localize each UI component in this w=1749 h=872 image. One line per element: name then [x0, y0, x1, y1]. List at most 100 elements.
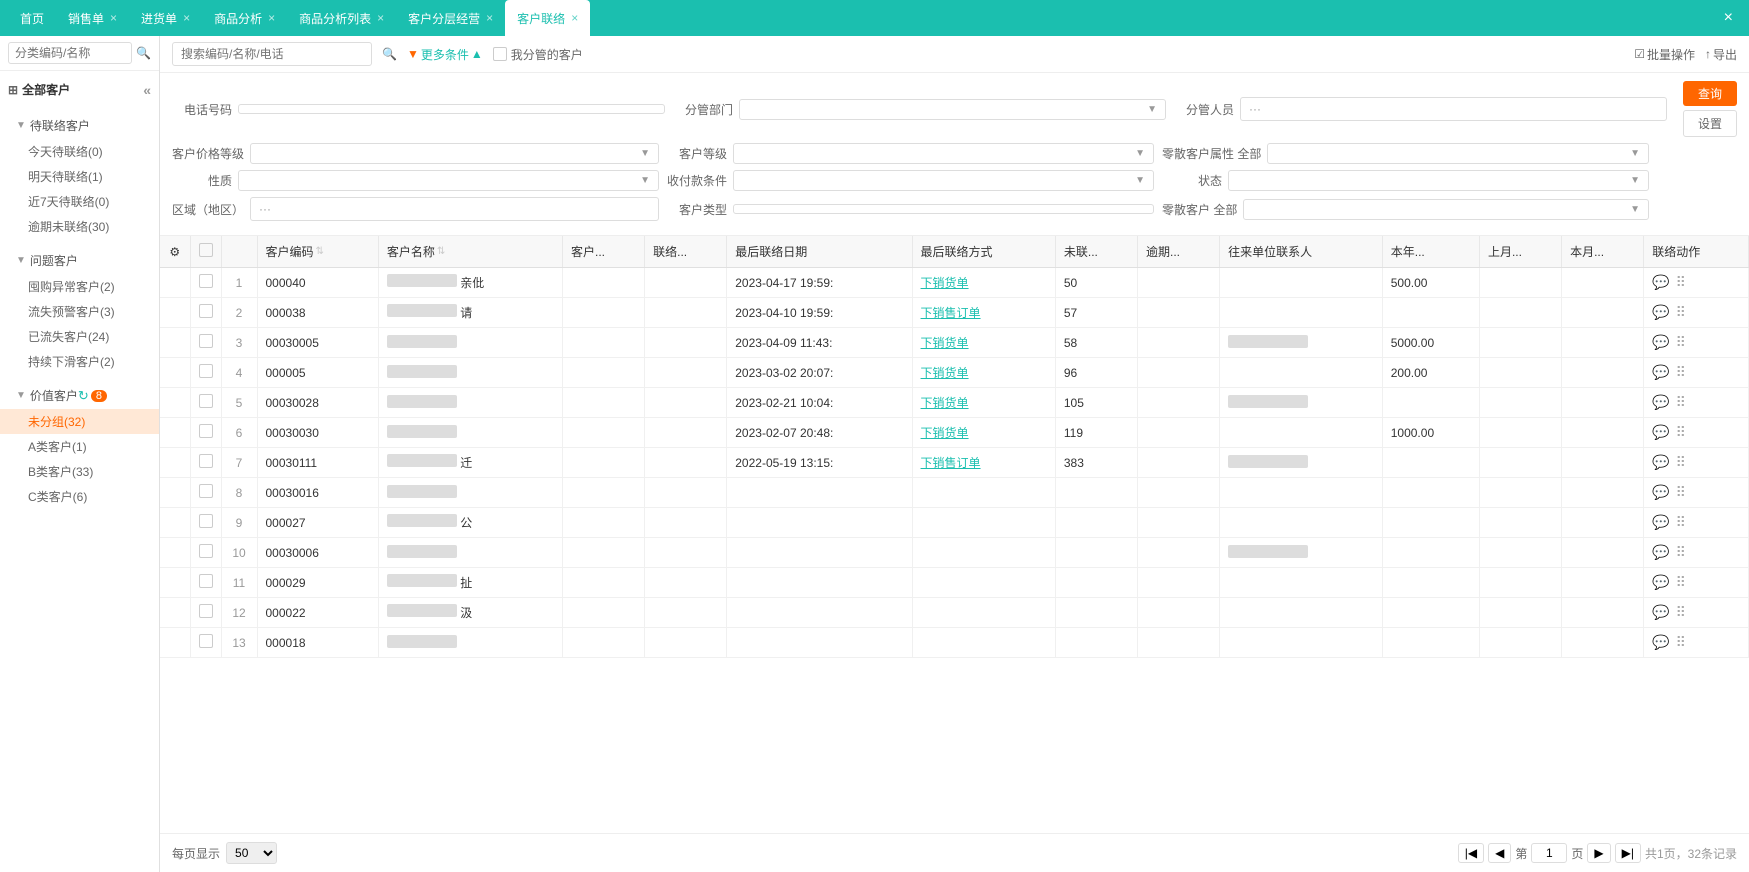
last-contact-date-col-header[interactable]: 最后联络日期: [727, 236, 912, 268]
per-page-select[interactable]: 50 100 200: [226, 842, 277, 864]
close-icon[interactable]: ×: [268, 11, 275, 25]
sidebar-item-ungrouped[interactable]: 未分组(32): [0, 409, 159, 434]
row-checkbox[interactable]: [190, 418, 221, 448]
phone-input[interactable]: [238, 104, 665, 114]
this-month-col-header[interactable]: 本月...: [1562, 236, 1644, 268]
menu-icon[interactable]: ⠿: [1676, 424, 1686, 441]
check-col-header[interactable]: [190, 236, 221, 268]
close-all-button[interactable]: ×: [1716, 9, 1741, 27]
manager-input[interactable]: ···: [1240, 97, 1667, 121]
sidebar-item-today[interactable]: 今天待联络(0): [0, 139, 159, 164]
contact-icon[interactable]: 💬: [1652, 424, 1669, 441]
nature-dropdown[interactable]: ▼: [238, 170, 659, 191]
sidebar-item-7days[interactable]: 近7天待联络(0): [0, 189, 159, 214]
row-checkbox[interactable]: [190, 268, 221, 298]
nav-product-analysis-list[interactable]: 商品分析列表 ×: [287, 0, 396, 36]
row-checkbox[interactable]: [190, 598, 221, 628]
nav-home[interactable]: 首页: [8, 0, 56, 36]
row-last-contact-way[interactable]: 下销货单: [912, 418, 1055, 448]
menu-icon[interactable]: ⠿: [1676, 574, 1686, 591]
sidebar-item-classA[interactable]: A类客户(1): [0, 434, 159, 459]
row-last-contact-way[interactable]: [912, 478, 1055, 508]
uncontacted-col-header[interactable]: 未联...: [1055, 236, 1137, 268]
contact-icon[interactable]: 💬: [1652, 454, 1669, 471]
row-last-contact-way[interactable]: [912, 598, 1055, 628]
last-month-col-header[interactable]: 上月...: [1479, 236, 1561, 268]
scatter-customer-dropdown[interactable]: ▼: [1243, 199, 1649, 220]
sidebar-item-classB[interactable]: B类客户(33): [0, 459, 159, 484]
overdue-col-header[interactable]: 逾期...: [1137, 236, 1219, 268]
contact-icon[interactable]: 💬: [1652, 304, 1669, 321]
checkbox-icon[interactable]: [493, 47, 507, 61]
contact-icon[interactable]: 💬: [1652, 334, 1669, 351]
contact-icon[interactable]: 💬: [1652, 394, 1669, 411]
collapse-icon[interactable]: «: [143, 82, 151, 98]
contact-col-header[interactable]: 联络...: [645, 236, 727, 268]
sidebar-group-problem[interactable]: ▼ 问题客户: [0, 247, 159, 274]
menu-icon[interactable]: ⠿: [1676, 304, 1686, 321]
row-last-contact-way[interactable]: [912, 538, 1055, 568]
this-year-col-header[interactable]: 本年...: [1382, 236, 1479, 268]
sidebar-item-declining[interactable]: 持续下滑客户(2): [0, 349, 159, 374]
search-input[interactable]: [172, 42, 372, 66]
contact-icon[interactable]: 💬: [1652, 484, 1669, 501]
menu-icon[interactable]: ⠿: [1676, 544, 1686, 561]
price-grade-dropdown[interactable]: ▼: [250, 143, 659, 164]
menu-icon[interactable]: ⠿: [1676, 334, 1686, 351]
row-checkbox[interactable]: [190, 538, 221, 568]
next-page-button[interactable]: ▶: [1587, 843, 1610, 863]
sidebar-group-value[interactable]: ▼ 价值客户 ↻ 8: [0, 382, 159, 409]
row-last-contact-way[interactable]: 下销货单: [912, 268, 1055, 298]
contact-icon[interactable]: 💬: [1652, 634, 1669, 651]
select-all-checkbox[interactable]: [199, 243, 213, 257]
page-number-input[interactable]: [1531, 843, 1567, 863]
close-icon[interactable]: ×: [110, 11, 117, 25]
row-checkbox[interactable]: [190, 478, 221, 508]
batch-operation-button[interactable]: ☑ 批量操作: [1634, 46, 1695, 63]
code-col-header[interactable]: 客户编码⇅: [257, 236, 378, 268]
row-last-contact-way[interactable]: 下销货单: [912, 358, 1055, 388]
nav-sales[interactable]: 销售单 ×: [56, 0, 129, 36]
sidebar-item-stockpile-abnormal[interactable]: 囤购异常客户(2): [0, 274, 159, 299]
close-icon[interactable]: ×: [486, 11, 493, 25]
dept-dropdown[interactable]: ▼: [739, 99, 1166, 120]
contact-icon[interactable]: 💬: [1652, 544, 1669, 561]
menu-icon[interactable]: ⠿: [1676, 274, 1686, 291]
close-icon[interactable]: ×: [377, 11, 384, 25]
reset-button[interactable]: 设置: [1683, 110, 1737, 137]
menu-icon[interactable]: ⠿: [1676, 634, 1686, 651]
menu-icon[interactable]: ⠿: [1676, 484, 1686, 501]
prev-page-button[interactable]: ◀: [1488, 843, 1511, 863]
sidebar-item-churned[interactable]: 已流失客户(24): [0, 324, 159, 349]
nav-purchase[interactable]: 进货单 ×: [129, 0, 202, 36]
nav-customer-contact[interactable]: 客户联络 ×: [505, 0, 590, 36]
menu-icon[interactable]: ⠿: [1676, 394, 1686, 411]
type-col-header[interactable]: 客户...: [563, 236, 645, 268]
row-checkbox[interactable]: [190, 508, 221, 538]
more-conditions-button[interactable]: ▼ 更多条件 ▲: [407, 46, 483, 63]
last-contact-way-col-header[interactable]: 最后联络方式: [912, 236, 1055, 268]
last-page-button[interactable]: ▶|: [1615, 843, 1641, 863]
row-last-contact-way[interactable]: 下销售订单: [912, 448, 1055, 478]
category-search-input[interactable]: [8, 42, 132, 64]
my-customers-checkbox[interactable]: 我分管的客户: [493, 46, 583, 63]
payment-dropdown[interactable]: ▼: [733, 170, 1154, 191]
row-last-contact-way[interactable]: [912, 508, 1055, 538]
row-checkbox[interactable]: [190, 448, 221, 478]
menu-icon[interactable]: ⠿: [1676, 454, 1686, 471]
row-checkbox[interactable]: [190, 388, 221, 418]
row-last-contact-way[interactable]: [912, 628, 1055, 658]
status-dropdown[interactable]: ▼: [1228, 170, 1649, 191]
row-last-contact-way[interactable]: 下销货单: [912, 328, 1055, 358]
row-checkbox[interactable]: [190, 568, 221, 598]
close-icon[interactable]: ×: [183, 11, 190, 25]
scatter-attr-dropdown[interactable]: ▼: [1267, 143, 1649, 164]
liaison-col-header[interactable]: 往来单位联系人: [1220, 236, 1383, 268]
contact-icon[interactable]: 💬: [1652, 274, 1669, 291]
contact-icon[interactable]: 💬: [1652, 514, 1669, 531]
refresh-icon[interactable]: ↻: [78, 388, 89, 404]
nav-customer-layered[interactable]: 客户分层经营 ×: [396, 0, 505, 36]
sidebar-item-classC[interactable]: C类客户(6): [0, 484, 159, 509]
menu-icon[interactable]: ⠿: [1676, 604, 1686, 621]
sidebar-item-churn-warning[interactable]: 流失预警客户(3): [0, 299, 159, 324]
